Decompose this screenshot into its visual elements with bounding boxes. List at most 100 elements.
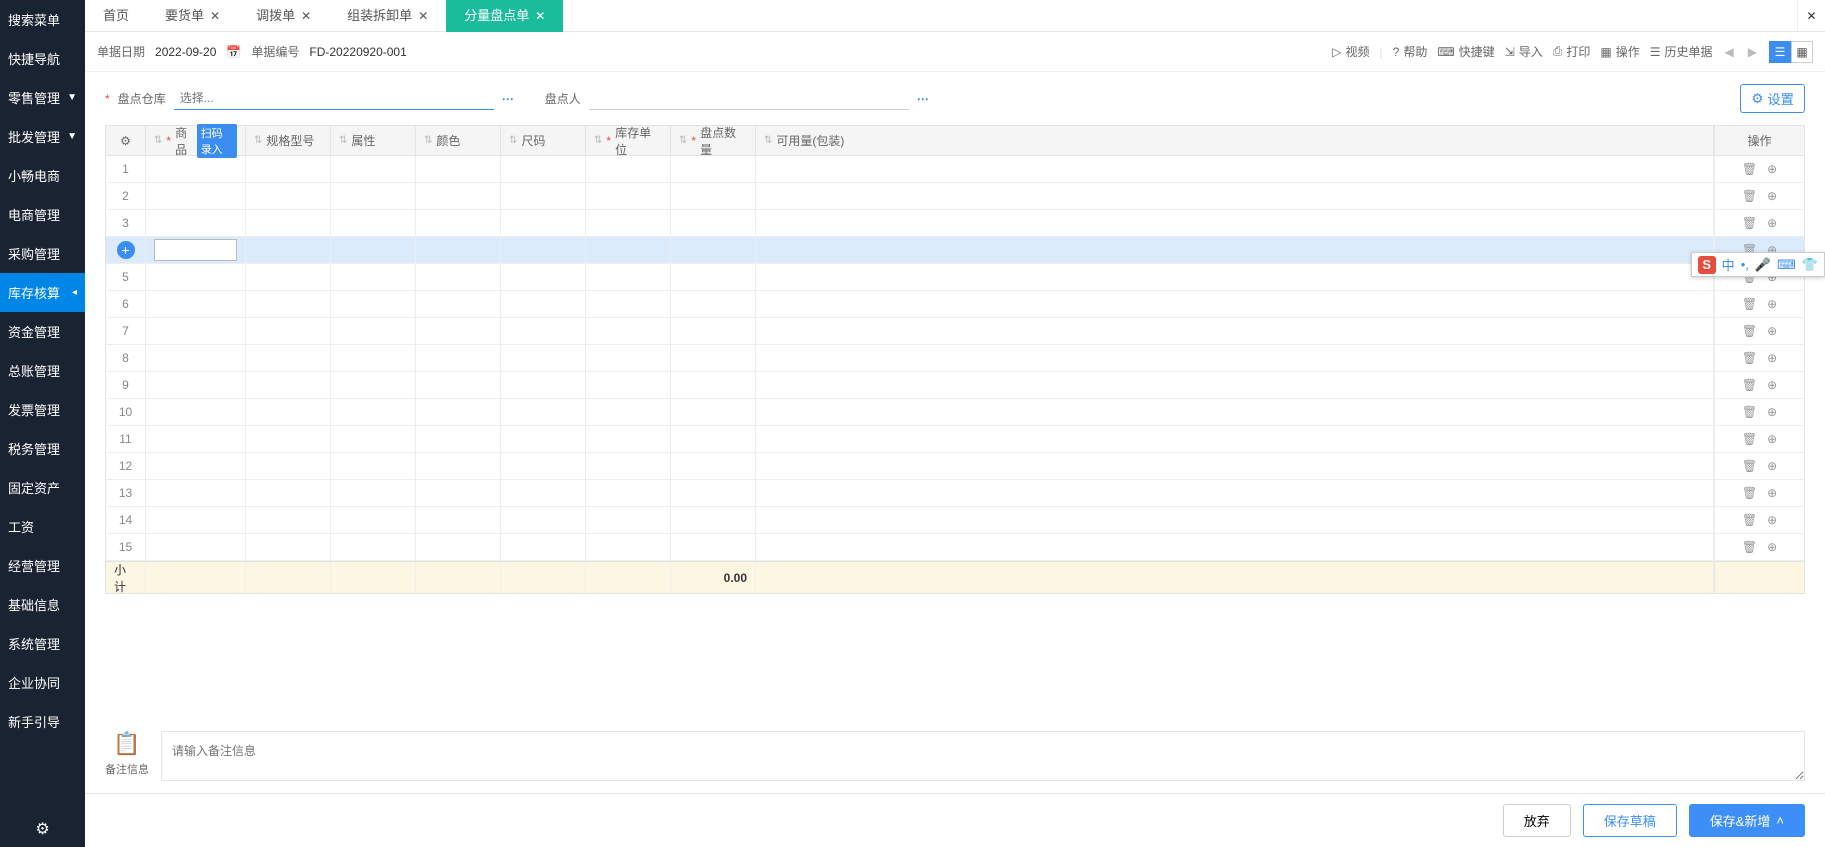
table-row[interactable]: 2🗑⊕ (106, 183, 1804, 210)
gear-icon[interactable]: ⚙ (35, 821, 49, 838)
cell[interactable] (671, 507, 756, 533)
tab-0[interactable]: 首页 (85, 0, 147, 32)
ime-lang[interactable]: 中 (1722, 255, 1735, 274)
counter-more[interactable]: ⋯ (917, 92, 930, 106)
product-input[interactable] (154, 239, 237, 261)
cell[interactable] (756, 291, 1714, 317)
sidebar-item-8[interactable]: 资金管理 (0, 312, 85, 351)
cell[interactable] (586, 372, 671, 398)
copy-icon[interactable]: ⊕ (1767, 459, 1777, 473)
cell[interactable] (416, 318, 501, 344)
cell[interactable] (756, 345, 1714, 371)
cell[interactable] (331, 453, 416, 479)
nav-prev[interactable]: ◀ (1723, 45, 1736, 59)
cell[interactable] (501, 318, 586, 344)
copy-icon[interactable]: ⊕ (1767, 513, 1777, 527)
sidebar-item-2[interactable]: 零售管理▼ (0, 78, 85, 117)
table-row[interactable]: 6🗑⊕ (106, 291, 1804, 318)
cell[interactable] (146, 237, 246, 263)
cell[interactable] (331, 183, 416, 209)
shortcut-action[interactable]: ⌨快捷键 (1437, 43, 1494, 60)
warehouse-input[interactable] (174, 87, 494, 110)
copy-icon[interactable]: ⊕ (1767, 486, 1777, 500)
sidebar-item-9[interactable]: 总账管理 (0, 351, 85, 390)
cell[interactable] (246, 453, 331, 479)
table-row[interactable]: 12🗑⊕ (106, 453, 1804, 480)
cell[interactable] (331, 291, 416, 317)
cell[interactable] (416, 507, 501, 533)
cell[interactable] (246, 156, 331, 182)
scan-badge[interactable]: 扫码录入 (197, 124, 237, 158)
sidebar-item-15[interactable]: 基础信息 (0, 585, 85, 624)
cell[interactable] (756, 318, 1714, 344)
cell[interactable] (586, 264, 671, 290)
cell[interactable] (586, 507, 671, 533)
print-action[interactable]: ⎙打印 (1553, 43, 1591, 60)
ime-punct-icon[interactable]: •, (1741, 257, 1749, 272)
cell[interactable] (246, 183, 331, 209)
warehouse-more[interactable]: ⋯ (502, 92, 515, 106)
close-icon[interactable]: ✕ (301, 0, 311, 32)
cell[interactable] (331, 345, 416, 371)
cell[interactable] (146, 345, 246, 371)
close-icon[interactable]: ✕ (210, 0, 220, 32)
sidebar-item-0[interactable]: 搜索菜单 (0, 0, 85, 39)
cell[interactable] (146, 426, 246, 452)
copy-icon[interactable]: ⊕ (1767, 324, 1777, 338)
cell[interactable] (756, 237, 1714, 263)
tab-4[interactable]: 分量盘点单✕ (446, 0, 563, 32)
sidebar-item-18[interactable]: 新手引导 (0, 702, 85, 741)
sidebar-item-10[interactable]: 发票管理 (0, 390, 85, 429)
cell[interactable] (756, 264, 1714, 290)
copy-icon[interactable]: ⊕ (1767, 540, 1777, 554)
cell[interactable] (416, 534, 501, 560)
cell[interactable] (146, 399, 246, 425)
header-spec[interactable]: ⇅规格型号 (246, 126, 331, 155)
table-row[interactable]: 3🗑⊕ (106, 210, 1804, 237)
header-qty[interactable]: ⇅*盘点数量 (671, 126, 756, 155)
cell[interactable] (586, 183, 671, 209)
cell[interactable] (756, 183, 1714, 209)
cell[interactable] (331, 480, 416, 506)
delete-icon[interactable]: 🗑 (1742, 486, 1757, 500)
operate-action[interactable]: ▦操作 (1600, 43, 1639, 60)
table-row[interactable]: 14🗑⊕ (106, 507, 1804, 534)
counter-input[interactable] (589, 87, 909, 110)
cell[interactable] (246, 399, 331, 425)
cell[interactable] (246, 507, 331, 533)
cell[interactable] (146, 372, 246, 398)
cell[interactable] (331, 237, 416, 263)
cell[interactable] (501, 480, 586, 506)
close-all-tabs[interactable]: ✕ (1797, 0, 1825, 32)
table-row[interactable]: 10🗑⊕ (106, 399, 1804, 426)
cell[interactable] (501, 156, 586, 182)
cell[interactable] (146, 183, 246, 209)
cell[interactable] (246, 345, 331, 371)
cell[interactable] (246, 480, 331, 506)
table-row[interactable]: 13🗑⊕ (106, 480, 1804, 507)
close-icon[interactable]: ✕ (418, 0, 428, 32)
table-row[interactable]: +🗑⊕ (106, 237, 1804, 264)
sidebar-item-4[interactable]: 小畅电商 (0, 156, 85, 195)
cell[interactable] (246, 318, 331, 344)
cell[interactable] (416, 372, 501, 398)
table-row[interactable]: 7🗑⊕ (106, 318, 1804, 345)
cell[interactable] (501, 183, 586, 209)
cell[interactable] (416, 237, 501, 263)
delete-icon[interactable]: 🗑 (1742, 324, 1757, 338)
cell[interactable] (246, 210, 331, 236)
sidebar-item-3[interactable]: 批发管理▼ (0, 117, 85, 156)
video-action[interactable]: ▷视频 (1332, 43, 1369, 60)
cell[interactable] (146, 453, 246, 479)
cell[interactable] (501, 453, 586, 479)
cell[interactable] (586, 291, 671, 317)
cell[interactable] (501, 534, 586, 560)
cell[interactable] (246, 534, 331, 560)
cell[interactable] (671, 291, 756, 317)
cell[interactable] (246, 426, 331, 452)
cell[interactable] (416, 426, 501, 452)
cell[interactable] (146, 507, 246, 533)
sidebar-item-17[interactable]: 企业协同 (0, 663, 85, 702)
cell[interactable] (146, 291, 246, 317)
cell[interactable] (331, 318, 416, 344)
